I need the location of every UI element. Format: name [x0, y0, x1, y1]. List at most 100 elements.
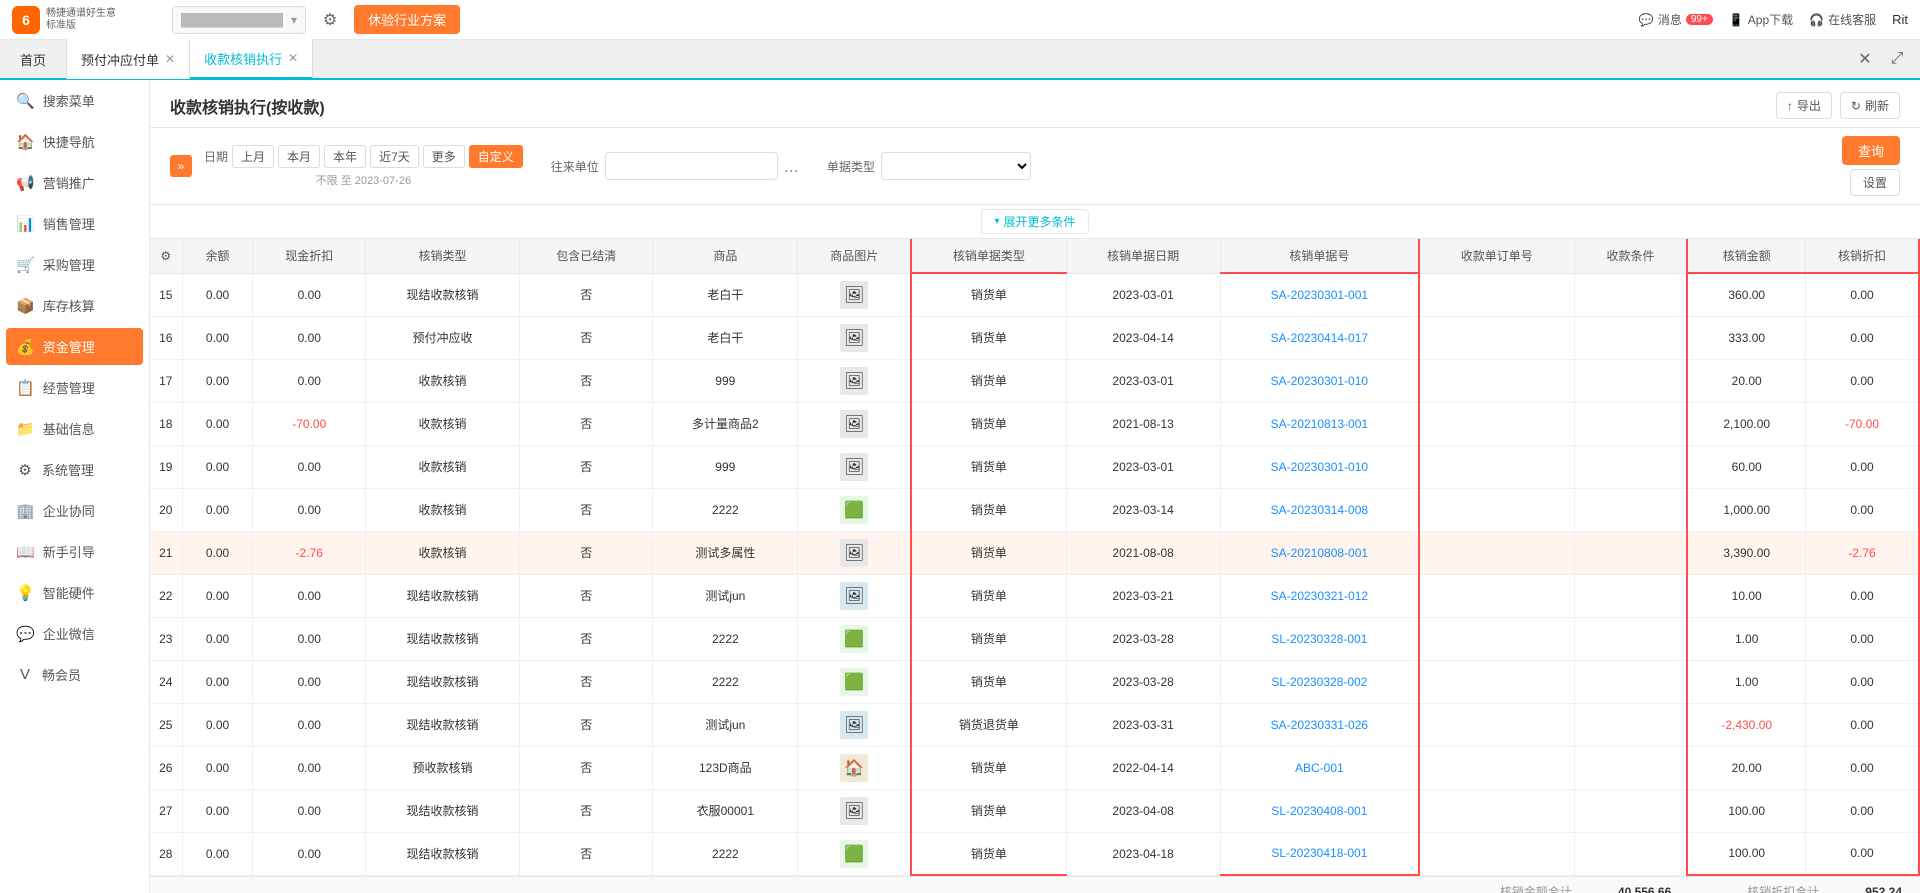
cell-included: 否 [520, 574, 653, 617]
app-download-btn[interactable]: 📱 App下载 [1729, 11, 1793, 28]
sidebar-label-quick-nav: 快捷导航 [43, 132, 95, 151]
sidebar-item-basic-info[interactable]: 📁基础信息 [0, 408, 149, 449]
sidebar-item-search-menu[interactable]: 🔍搜索菜单 [0, 80, 149, 121]
cell-writeoff-discount: 0.00 [1805, 273, 1919, 316]
tab-close-all-btn[interactable]: ✕ [1852, 46, 1878, 72]
counterpart-input[interactable] [605, 152, 778, 180]
date-label: 日期 [204, 148, 228, 165]
expand-more-btn[interactable]: ▾ 展开更多条件 [981, 209, 1088, 234]
date-btn-last-month[interactable]: 上月 [232, 145, 274, 168]
cell-included: 否 [520, 660, 653, 703]
sidebar-item-quick-nav[interactable]: 🏠快捷导航 [0, 121, 149, 162]
th-doc-date: 核销单据日期 [1066, 239, 1220, 273]
cell-receipt-cond [1574, 574, 1687, 617]
cell-doc-no[interactable]: SA-20230301-001 [1220, 273, 1419, 316]
sidebar-item-operations[interactable]: 📋经营管理 [0, 367, 149, 408]
cell-writeoff-type: 收款核销 [366, 359, 520, 402]
cell-receipt-cond [1574, 832, 1687, 875]
receipt-type-select[interactable] [881, 152, 1031, 180]
sidebar-item-marketing[interactable]: 📢营销推广 [0, 162, 149, 203]
cell-writeoff-amount: 1.00 [1687, 617, 1805, 660]
tab-controls: ✕ ⤢ [1852, 46, 1920, 72]
sidebar-item-vip[interactable]: V畅会员 [0, 654, 149, 695]
refresh-btn[interactable]: ↻ 刷新 [1840, 92, 1900, 119]
tab-writeoff[interactable]: 收款核销执行 ✕ [190, 39, 313, 79]
query-btn[interactable]: 查询 [1842, 136, 1900, 165]
date-btn-7days[interactable]: 近7天 [370, 145, 419, 168]
cell-included: 否 [520, 746, 653, 789]
cell-writeoff-discount: 0.00 [1805, 660, 1919, 703]
cell-doc-no[interactable]: SL-20230328-002 [1220, 660, 1419, 703]
filter-setting-btn[interactable]: 设置 [1850, 169, 1900, 196]
tab-home[interactable]: 首页 [0, 39, 67, 79]
date-btn-custom[interactable]: 自定义 [469, 145, 523, 168]
sidebar-item-wechat[interactable]: 💬企业微信 [0, 613, 149, 654]
export-btn[interactable]: ↑ 导出 [1776, 92, 1832, 119]
settings-icon[interactable]: ⚙ [316, 6, 344, 34]
tab-prepay[interactable]: 预付冲应付单 ✕ [67, 39, 190, 79]
cell-cash-discount: 0.00 [253, 488, 366, 531]
date-quick-btns: 上月 本月 本年 近7天 更多 自定义 [232, 145, 523, 168]
cell-doc-no[interactable]: SA-20210808-001 [1220, 531, 1419, 574]
notifications-btn[interactable]: 💬 消息 99+ [1639, 11, 1713, 28]
page-title: 收款核销执行(按收款) [170, 94, 325, 118]
cell-balance: 0.00 [182, 359, 253, 402]
table-container: ⚙ 余额 现金折扣 核销类型 包含已结清 商品 商品图片 核销单据类型 核销单据… [150, 239, 1920, 893]
system-icon: ⚙ [16, 461, 34, 479]
tab-writeoff-close[interactable]: ✕ [288, 51, 298, 65]
cell-receipt-cond [1574, 660, 1687, 703]
cell-doc-no[interactable]: SL-20230418-001 [1220, 832, 1419, 875]
cell-balance: 0.00 [182, 703, 253, 746]
cell-writeoff-amount: 100.00 [1687, 789, 1805, 832]
cell-doc-no[interactable]: SA-20230301-010 [1220, 359, 1419, 402]
cell-cash-discount: 0.00 [253, 746, 366, 789]
sidebar-label-vip: 畅会员 [42, 665, 81, 684]
date-btn-more[interactable]: 更多 [423, 145, 465, 168]
counterpart-dots[interactable]: ... [784, 157, 799, 175]
cell-doc-no[interactable]: SA-20230314-008 [1220, 488, 1419, 531]
operations-icon: 📋 [16, 379, 35, 397]
cell-doc-date: 2023-03-28 [1066, 660, 1220, 703]
cell-id: 24 [150, 660, 182, 703]
cell-doc-no[interactable]: SA-20230321-012 [1220, 574, 1419, 617]
company-selector[interactable]: ████████████ ▾ [172, 6, 306, 34]
cell-doc-no[interactable]: SA-20210813-001 [1220, 402, 1419, 445]
filter-expand-arrow[interactable]: » [170, 155, 192, 177]
sidebar-item-purchase[interactable]: 🛒采购管理 [0, 244, 149, 285]
app-name: 畅捷通谱好生意 标准版 [46, 8, 116, 32]
filter-toggle-btn[interactable]: » [170, 155, 192, 177]
sidebar-item-smart-hw[interactable]: 💡智能硬件 [0, 572, 149, 613]
cell-doc-no[interactable]: SA-20230331-026 [1220, 703, 1419, 746]
cell-product: 999 [653, 445, 798, 488]
sidebar-item-system[interactable]: ⚙系统管理 [0, 449, 149, 490]
cell-doc-no[interactable]: SL-20230408-001 [1220, 789, 1419, 832]
industry-btn[interactable]: 休验行业方案 [354, 5, 460, 34]
cell-included: 否 [520, 359, 653, 402]
sidebar-item-enterprise[interactable]: 🏢企业协同 [0, 490, 149, 531]
tab-prepay-close[interactable]: ✕ [165, 52, 175, 66]
cell-cash-discount: 0.00 [253, 617, 366, 660]
sidebar-item-newbie[interactable]: 📖新手引导 [0, 531, 149, 572]
online-service-btn[interactable]: 🎧 在线客服 [1809, 11, 1876, 28]
cell-product-img: 🖼 [798, 445, 911, 488]
cell-receipt-order [1419, 574, 1574, 617]
sidebar-item-inventory[interactable]: 📦库存核算 [0, 285, 149, 326]
cell-doc-no[interactable]: SA-20230301-010 [1220, 445, 1419, 488]
cell-doc-no[interactable]: SA-20230414-017 [1220, 316, 1419, 359]
user-menu[interactable]: Rit [1892, 12, 1908, 27]
date-btn-this-month[interactable]: 本月 [278, 145, 320, 168]
cell-doc-no[interactable]: SL-20230328-001 [1220, 617, 1419, 660]
cell-cash-discount: 0.00 [253, 789, 366, 832]
basic-info-icon: 📁 [16, 420, 35, 438]
sidebar-item-finance[interactable]: 💰资金管理 [6, 328, 143, 365]
th-settings[interactable]: ⚙ [150, 239, 182, 273]
export-icon: ↑ [1787, 99, 1793, 113]
cell-doc-type: 销货单 [911, 316, 1066, 359]
cell-id: 15 [150, 273, 182, 316]
sidebar-item-sales[interactable]: 📊销售管理 [0, 203, 149, 244]
cell-cash-discount: 0.00 [253, 703, 366, 746]
date-btn-this-year[interactable]: 本年 [324, 145, 366, 168]
cell-doc-no[interactable]: ABC-001 [1220, 746, 1419, 789]
cell-doc-date: 2022-04-14 [1066, 746, 1220, 789]
tab-expand-btn[interactable]: ⤢ [1884, 46, 1910, 72]
